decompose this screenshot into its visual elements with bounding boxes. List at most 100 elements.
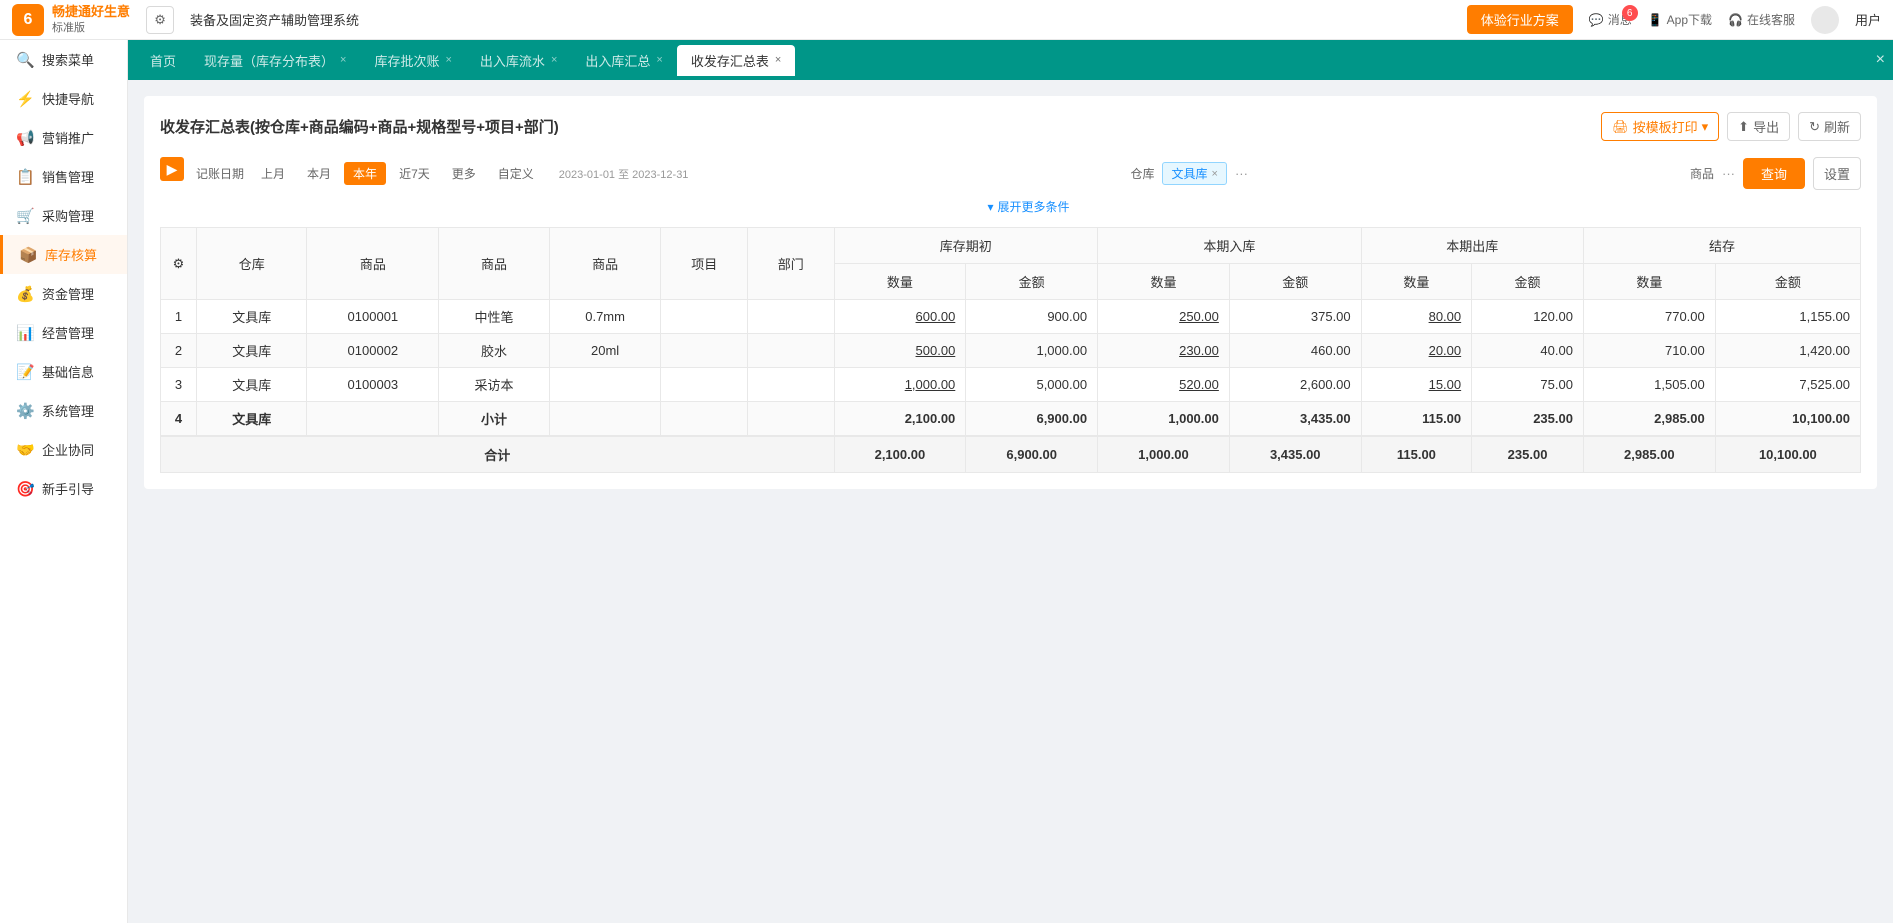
row-init-qty[interactable]: 500.00	[834, 334, 966, 368]
row-init-qty[interactable]: 600.00	[834, 300, 966, 334]
sidebar-item-marketing[interactable]: 📢 营销推广	[0, 118, 127, 157]
th-settings[interactable]: ⚙	[161, 228, 197, 300]
total-row: 合计 2,100.00 6,900.00 1,000.00 3,435.00 1…	[161, 436, 1861, 473]
row-warehouse: 文具库	[197, 334, 307, 368]
sidebar: 🔍 搜索菜单 ⚡ 快捷导航 📢 营销推广 📋 销售管理 🛒 采购管理 📦	[0, 40, 128, 923]
date-btn-more[interactable]: 更多	[443, 162, 485, 185]
table-row: 1文具库0100001中性笔0.7mm600.00900.00250.00375…	[161, 300, 1861, 334]
tab-inout-summary[interactable]: 出入库汇总 ×	[571, 45, 676, 76]
row-init-amt: 1,000.00	[966, 334, 1098, 368]
warehouse-filter-tag[interactable]: 文具库 ×	[1162, 162, 1226, 185]
th-in-stock: 本期入库	[1098, 228, 1362, 264]
row-out-amt: 235.00	[1472, 402, 1584, 437]
title-actions: 🖨 按模板打印 ▾ ⬆ 导出 ↻ 刷新	[1601, 112, 1861, 141]
th-out-amt: 金额	[1472, 264, 1584, 300]
row-project	[661, 402, 748, 437]
tab-home[interactable]: 首页	[136, 45, 190, 76]
sidebar-item-purchase[interactable]: 🛒 采购管理	[0, 196, 127, 235]
row-code: 0100002	[307, 334, 439, 368]
row-code: 0100001	[307, 300, 439, 334]
date-btn-thisyear[interactable]: 本年	[344, 162, 386, 185]
page-title-row: 收发存汇总表(按仓库+商品编码+商品+规格型号+项目+部门) 🖨 按模板打印 ▾…	[160, 112, 1861, 141]
tab-close-inout-summary[interactable]: ×	[656, 54, 662, 66]
data-table: ⚙ 仓库 商品 商品 商品 项目 部门 库存期初 本期入库 本期出库 结存	[160, 227, 1861, 473]
tab-batch[interactable]: 库存批次账 ×	[360, 45, 465, 76]
row-project	[661, 368, 748, 402]
tab-close-inventory-dist[interactable]: ×	[340, 54, 346, 66]
sidebar-item-search[interactable]: 🔍 搜索菜单	[0, 40, 127, 79]
row-bal-qty: 710.00	[1583, 334, 1715, 368]
sidebar-item-inventory[interactable]: 📦 库存核算	[0, 235, 127, 274]
date-btn-thismonth[interactable]: 本月	[298, 162, 340, 185]
avatar[interactable]	[1811, 6, 1839, 34]
row-out-qty[interactable]: 20.00	[1361, 334, 1472, 368]
tab-inventory-dist[interactable]: 现存量（库存分布表） ×	[190, 45, 360, 76]
gear-button[interactable]: ⚙	[146, 6, 174, 34]
tab-close-inout-flow[interactable]: ×	[551, 54, 557, 66]
total-bal-amt: 10,100.00	[1715, 436, 1860, 473]
row-in-amt: 3,435.00	[1229, 402, 1361, 437]
row-spec	[549, 402, 661, 437]
chevron-down-icon: ▾	[1702, 119, 1709, 135]
setting-button[interactable]: 设置	[1813, 157, 1861, 190]
row-dept	[748, 300, 835, 334]
sidebar-item-system[interactable]: ⚙️ 系统管理	[0, 391, 127, 430]
download-button[interactable]: 📱 App下载	[1648, 11, 1712, 28]
row-in-qty[interactable]: 250.00	[1098, 300, 1230, 334]
sidebar-item-management[interactable]: 📊 经营管理	[0, 313, 127, 352]
row-init-qty: 2,100.00	[834, 402, 966, 437]
warehouse-tag-close[interactable]: ×	[1212, 168, 1218, 180]
sidebar-item-basic-info[interactable]: 📝 基础信息	[0, 352, 127, 391]
goods-filter-label: 商品	[1690, 165, 1714, 182]
export-button[interactable]: ⬆ 导出	[1727, 112, 1790, 141]
sidebar-item-quick-nav[interactable]: ⚡ 快捷导航	[0, 79, 127, 118]
row-code: 0100003	[307, 368, 439, 402]
sidebar-item-finance[interactable]: 💰 资金管理	[0, 274, 127, 313]
row-dept	[748, 368, 835, 402]
row-bal-amt: 1,420.00	[1715, 334, 1860, 368]
row-bal-amt: 7,525.00	[1715, 368, 1860, 402]
message-button[interactable]: 💬 消息 6	[1589, 11, 1632, 28]
purchase-icon: 🛒	[16, 207, 34, 225]
query-button[interactable]: 查询	[1743, 158, 1805, 189]
warehouse-filter-more[interactable]: ···	[1235, 166, 1248, 181]
date-btn-custom[interactable]: 自定义	[489, 162, 543, 185]
row-dept	[748, 334, 835, 368]
filter-expand-arrow[interactable]: ▶	[160, 157, 184, 181]
sidebar-item-guide[interactable]: 🎯 新手引导	[0, 469, 127, 508]
sidebar-item-sales[interactable]: 📋 销售管理	[0, 157, 127, 196]
row-in-qty[interactable]: 230.00	[1098, 334, 1230, 368]
row-no: 2	[161, 334, 197, 368]
total-label: 合计	[161, 436, 835, 473]
trial-button[interactable]: 体验行业方案	[1467, 5, 1573, 34]
row-out-qty[interactable]: 80.00	[1361, 300, 1472, 334]
date-buttons: 上月 本月 本年 近7天 更多 自定义	[252, 162, 543, 185]
inventory-icon: 📦	[19, 246, 37, 264]
tab-inout-flow[interactable]: 出入库流水 ×	[466, 45, 571, 76]
total-init-qty: 2,100.00	[834, 436, 966, 473]
row-out-qty[interactable]: 15.00	[1361, 368, 1472, 402]
tab-receive-send[interactable]: 收发存汇总表 ×	[677, 45, 795, 76]
row-in-qty[interactable]: 520.00	[1098, 368, 1230, 402]
date-btn-lastmonth[interactable]: 上月	[252, 162, 294, 185]
expand-conditions-button[interactable]: ▾ 展开更多条件	[987, 198, 1069, 215]
th-balance: 结存	[1583, 228, 1860, 264]
date-btn-7days[interactable]: 近7天	[390, 162, 439, 185]
row-init-qty[interactable]: 1,000.00	[834, 368, 966, 402]
total-out-amt: 235.00	[1472, 436, 1584, 473]
logo-icon: 6	[12, 4, 44, 36]
tab-bar-close[interactable]: ×	[1876, 51, 1885, 69]
print-template-button[interactable]: 🖨 按模板打印 ▾	[1601, 112, 1719, 141]
service-button[interactable]: 🎧 在线客服	[1728, 11, 1795, 28]
refresh-button[interactable]: ↻ 刷新	[1798, 112, 1861, 141]
row-init-amt: 5,000.00	[966, 368, 1098, 402]
th-in-qty: 数量	[1098, 264, 1230, 300]
goods-filter-more[interactable]: ···	[1722, 166, 1735, 181]
user-label: 用户	[1855, 10, 1881, 29]
row-in-amt: 460.00	[1229, 334, 1361, 368]
export-icon: ⬆	[1738, 119, 1749, 135]
tab-close-receive-send[interactable]: ×	[775, 54, 781, 66]
sidebar-item-collab[interactable]: 🤝 企业协同	[0, 430, 127, 469]
row-spec: 0.7mm	[549, 300, 661, 334]
tab-close-batch[interactable]: ×	[445, 54, 451, 66]
